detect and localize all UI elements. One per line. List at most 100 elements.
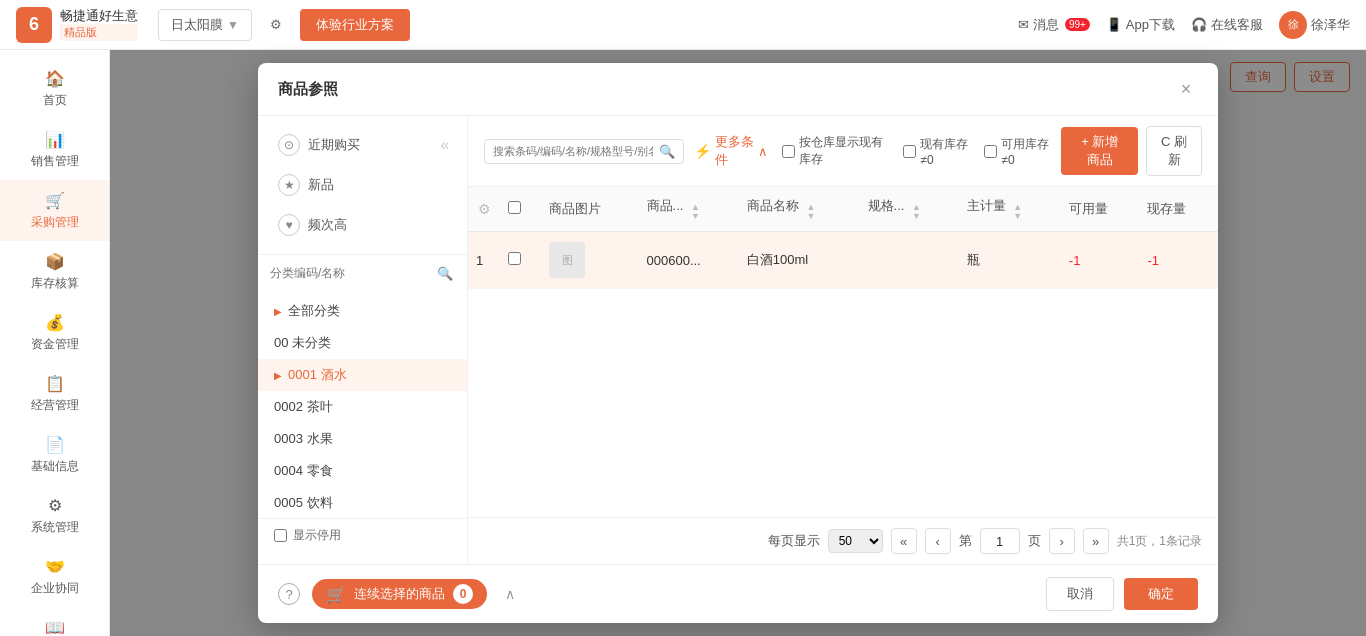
cart-area[interactable]: 🛒 连续选择的商品 0 xyxy=(312,579,487,609)
category-search-icon[interactable]: 🔍 xyxy=(435,263,455,283)
modal-close-button[interactable]: × xyxy=(1174,77,1198,101)
table-body: 1 图 000600... xyxy=(468,232,1218,289)
col-image: 商品图片 xyxy=(541,187,638,232)
gear-button[interactable]: ⚙ xyxy=(260,9,292,41)
filter-recent-purchase[interactable]: ⊙ 近期购买 xyxy=(270,128,368,162)
stock-not-zero-checkbox[interactable] xyxy=(903,145,916,158)
sidebar-item-basic-info[interactable]: 📄 基础信息 xyxy=(0,424,109,485)
category-search-input[interactable] xyxy=(270,266,429,280)
cat-item-fruit[interactable]: 0003 水果 xyxy=(258,423,467,455)
cat-item-drinks[interactable]: 0005 饮料 xyxy=(258,487,467,518)
filter-new-product[interactable]: ★ 新品 xyxy=(270,168,455,202)
sidebar-item-inventory[interactable]: 📦 库存核算 xyxy=(0,241,109,302)
product-search-icon[interactable]: 🔍 xyxy=(659,144,675,159)
sidebar-item-purchase[interactable]: 🛒 采购管理 xyxy=(0,180,109,241)
row-unit-cell: 瓶 xyxy=(959,232,1061,289)
filter-high-frequency[interactable]: ♥ 频次高 xyxy=(270,208,455,242)
collapse-button[interactable]: « xyxy=(435,135,455,155)
table-settings-icon[interactable]: ⚙ xyxy=(478,201,491,217)
refresh-button[interactable]: C 刷新 xyxy=(1146,126,1202,176)
nav-selector[interactable]: 日太阳膜 ▼ xyxy=(158,9,252,41)
row-stock-cell: -1 xyxy=(1139,232,1218,289)
message-button[interactable]: ✉ 消息 99+ xyxy=(1018,16,1090,34)
sidebar-label-enterprise: 企业协同 xyxy=(31,580,79,597)
cat-liquor-arrow: ▶ xyxy=(274,370,282,381)
display-disabled-checkbox[interactable] xyxy=(274,529,287,542)
message-label: 消息 xyxy=(1033,16,1059,34)
filter-by-warehouse[interactable]: 按仓库显示现有库存 xyxy=(782,134,889,168)
sidebar-label-purchase: 采购管理 xyxy=(31,214,79,231)
sidebar-item-finance[interactable]: 💰 资金管理 xyxy=(0,302,109,363)
sidebar-item-home[interactable]: 🏠 首页 xyxy=(0,58,109,119)
sidebar-item-enterprise[interactable]: 🤝 企业协同 xyxy=(0,546,109,607)
cat-item-snacks[interactable]: 0004 零食 xyxy=(258,455,467,487)
row-select-checkbox[interactable] xyxy=(508,252,521,265)
filter-available-not-zero[interactable]: 可用库存≠0 xyxy=(984,136,1051,167)
sidebar-label-sales: 销售管理 xyxy=(31,153,79,170)
row-available-cell: -1 xyxy=(1061,232,1140,289)
cat-uncategorized-label: 00 未分类 xyxy=(274,334,331,352)
app-download-button[interactable]: 📱 App下载 xyxy=(1106,16,1175,34)
row-name-cell: 白酒100ml xyxy=(739,232,860,289)
table-row[interactable]: 1 图 000600... xyxy=(468,232,1218,289)
col-name[interactable]: 商品名称 ▲▼ xyxy=(739,187,860,232)
filter-stock-not-zero[interactable]: 现有库存≠0 xyxy=(903,136,970,167)
first-page-button[interactable]: « xyxy=(891,528,917,554)
col-unit[interactable]: 主计量 ▲▼ xyxy=(959,187,1061,232)
product-search-input[interactable] xyxy=(493,145,653,157)
help-icon[interactable]: ? xyxy=(278,583,300,605)
cat-tea-label: 0002 茶叶 xyxy=(274,398,333,416)
cart-label: 连续选择的商品 xyxy=(354,585,445,603)
by-warehouse-checkbox[interactable] xyxy=(782,145,795,158)
cat-all-arrow: ▶ xyxy=(274,306,282,317)
logo-text-block: 畅捷通好生意 精品版 xyxy=(60,8,138,42)
row-image-cell: 图 xyxy=(541,232,638,289)
table-header: ⚙ 商品图片 xyxy=(468,187,1218,232)
product-table-container: ⚙ 商品图片 xyxy=(468,187,1218,517)
col-code[interactable]: 商品... ▲▼ xyxy=(639,187,739,232)
confirm-button[interactable]: 确定 xyxy=(1124,578,1198,610)
sidebar-label-basic-info: 基础信息 xyxy=(31,458,79,475)
prev-page-button[interactable]: ‹ xyxy=(925,528,951,554)
cat-fruit-label: 0003 水果 xyxy=(274,430,333,448)
sidebar-item-operations[interactable]: 📋 经营管理 xyxy=(0,363,109,424)
guide-icon: 📖 xyxy=(45,617,65,636)
cart-count: 0 xyxy=(453,584,473,604)
cart-icon: 🛒 xyxy=(326,585,346,604)
sidebar-item-sales[interactable]: 📊 销售管理 xyxy=(0,119,109,180)
footer-left: ? 🛒 连续选择的商品 0 ∧ xyxy=(278,579,521,609)
sidebar-label-finance: 资金管理 xyxy=(31,336,79,353)
sidebar-label-operations: 经营管理 xyxy=(31,397,79,414)
try-industry-button[interactable]: 体验行业方案 xyxy=(300,9,410,41)
available-not-zero-checkbox[interactable] xyxy=(984,145,997,158)
filter-bar-actions: + 新增商品 C 刷新 xyxy=(1061,126,1202,176)
sidebar-item-guide[interactable]: 📖 新手引导 xyxy=(0,607,109,636)
cat-item-tea[interactable]: 0002 茶叶 xyxy=(258,391,467,423)
sidebar-item-system[interactable]: ⚙ 系统管理 xyxy=(0,485,109,546)
modal-header: 商品参照 × xyxy=(258,63,1218,116)
row-checkbox-cell xyxy=(500,232,541,289)
online-service-button[interactable]: 🎧 在线客服 xyxy=(1191,16,1263,34)
basic-info-icon: 📄 xyxy=(45,434,65,454)
col-spec[interactable]: 规格... ▲▼ xyxy=(860,187,959,232)
high-frequency-icon: ♥ xyxy=(278,214,300,236)
fold-button[interactable]: ∧ xyxy=(499,583,521,605)
category-list: ▶ 全部分类 00 未分类 ▶ 0001 酒水 0002 茶 xyxy=(258,291,467,518)
cat-item-uncategorized[interactable]: 00 未分类 xyxy=(258,327,467,359)
cat-item-liquor[interactable]: ▶ 0001 酒水 xyxy=(258,359,467,391)
next-page-button[interactable]: › xyxy=(1049,528,1075,554)
modal-overlay: 商品参照 × ⊙ 近期购买 « xyxy=(110,50,1366,636)
add-product-button[interactable]: + 新增商品 xyxy=(1061,127,1138,175)
select-all-checkbox[interactable] xyxy=(508,201,521,214)
user-avatar-area[interactable]: 徐 徐泽华 xyxy=(1279,11,1350,39)
cat-item-all[interactable]: ▶ 全部分类 xyxy=(258,295,467,327)
cancel-button[interactable]: 取消 xyxy=(1046,577,1114,611)
page-number-input[interactable] xyxy=(980,528,1020,554)
inventory-icon: 📦 xyxy=(45,251,65,271)
last-page-button[interactable]: » xyxy=(1083,528,1109,554)
cat-liquor-label: 0001 酒水 xyxy=(288,366,347,384)
more-filter-button[interactable]: ⚡ 更多条件 ∧ xyxy=(694,133,768,169)
page-size-select[interactable]: 50 10 20 100 xyxy=(828,529,883,553)
product-table: ⚙ 商品图片 xyxy=(468,187,1218,289)
display-disabled-row: 显示停用 xyxy=(258,518,467,552)
